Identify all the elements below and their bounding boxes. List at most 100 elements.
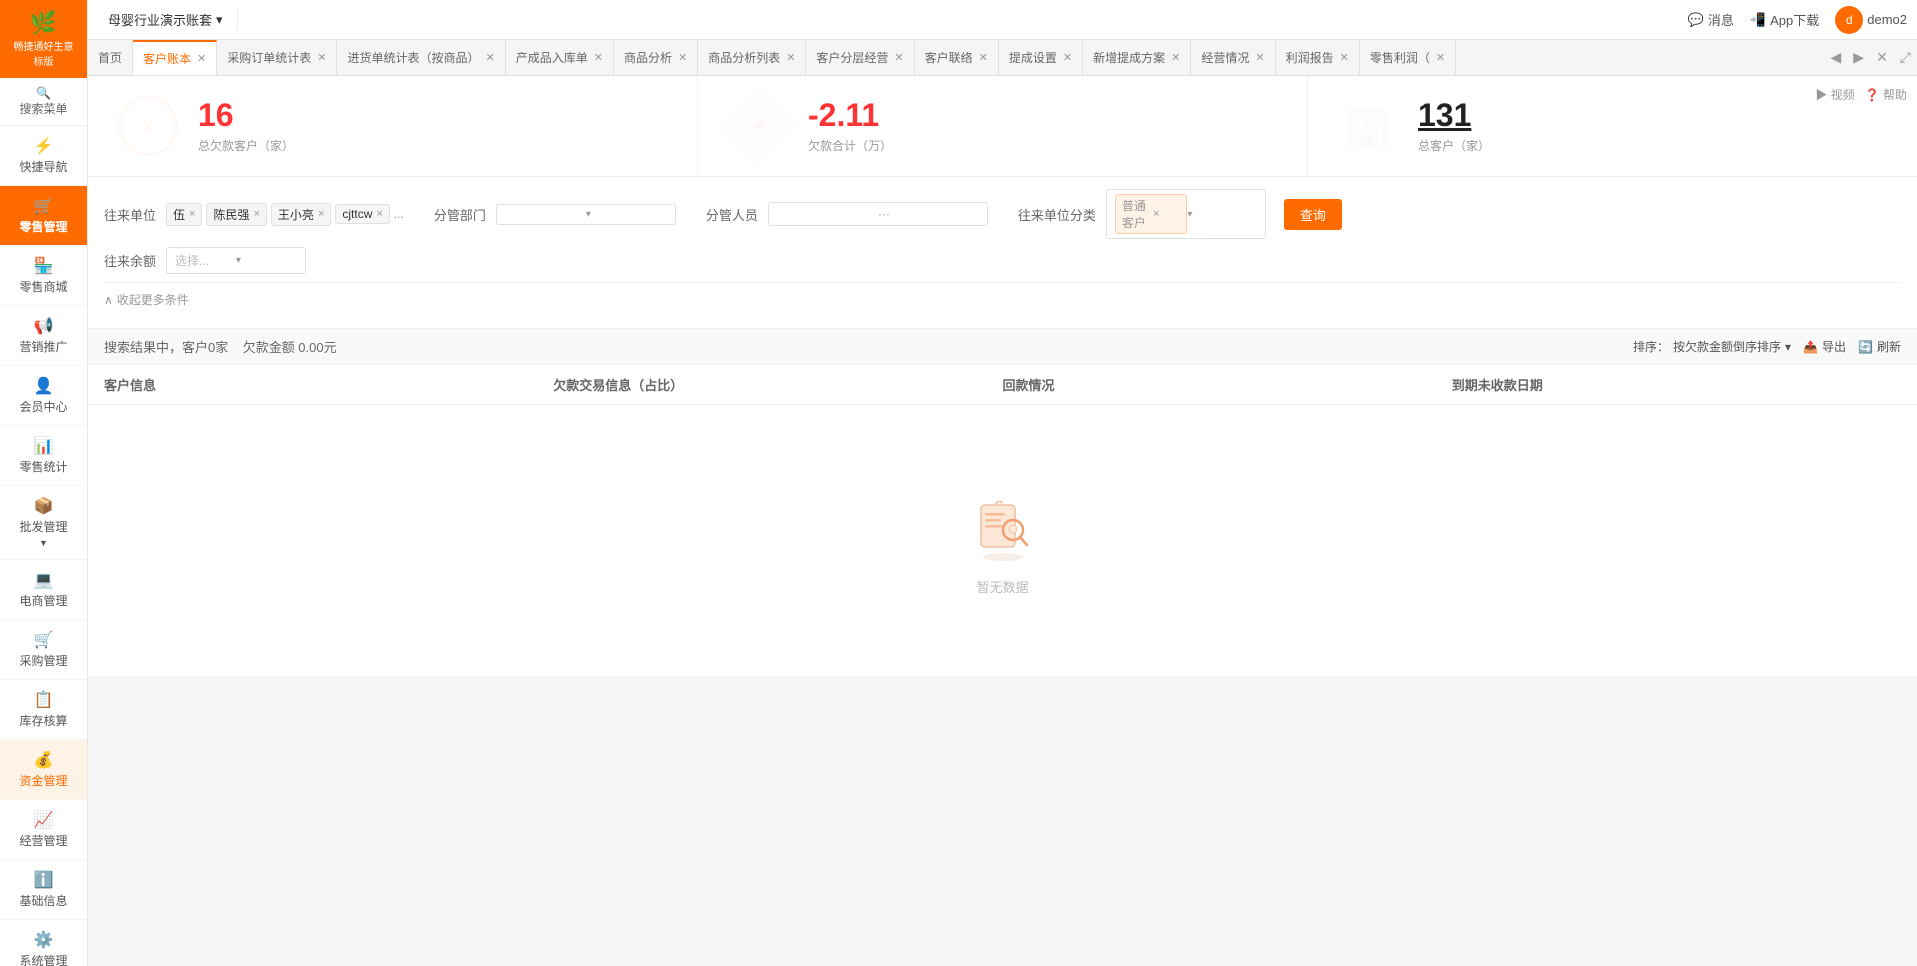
tab-profit-report[interactable]: 利润报告 ✕ xyxy=(1276,40,1360,76)
basic-info-icon: ℹ️ xyxy=(4,870,83,890)
tag-close-icon[interactable]: × xyxy=(189,208,195,220)
messages-btn[interactable]: 💬 消息 xyxy=(1688,10,1734,29)
tag-close-icon[interactable]: × xyxy=(1153,208,1180,220)
tab-home-label: 首页 xyxy=(98,49,122,66)
tab-home[interactable]: 首页 xyxy=(88,40,133,76)
ecommerce-mgmt-icon: 💻 xyxy=(4,570,83,590)
collapse-more-btn[interactable]: ∧ 收起更多条件 xyxy=(104,291,1901,308)
filter-tag-unit-1[interactable]: 伍 × xyxy=(166,203,202,226)
play-icon: ▶ xyxy=(1815,88,1827,102)
unit-label: 往来单位 xyxy=(104,205,156,224)
tab-close-icon[interactable]: ✕ xyxy=(786,51,795,64)
tab-new-commission-plan[interactable]: 新增提成方案 ✕ xyxy=(1083,40,1191,76)
sidebar-item-retail-stats[interactable]: 📊 零售统计 xyxy=(0,426,87,486)
filter-more-btn[interactable]: ... xyxy=(394,207,404,221)
tab-close-icon[interactable]: ✕ xyxy=(678,51,687,64)
query-button[interactable]: 查询 xyxy=(1284,199,1342,230)
tab-retail-profit[interactable]: 零售利润（ ✕ xyxy=(1360,40,1456,76)
app-download-btn[interactable]: 📲 App下载 xyxy=(1750,10,1819,29)
retail-mall-icon: 🏪 xyxy=(4,256,83,276)
tab-next-arrow[interactable]: ▶ xyxy=(1847,49,1870,66)
tab-close-icon[interactable]: ✕ xyxy=(894,51,903,64)
tab-customer-contact[interactable]: 客户联络 ✕ xyxy=(915,40,999,76)
col-debt-transaction: 欠款交易信息（占比） xyxy=(553,375,1002,394)
stats-row: ¥ 16 总欠款客户（家） ✦ xyxy=(88,76,1917,177)
sidebar-item-retail-mgmt[interactable]: 🛒 零售管理 xyxy=(0,186,87,246)
stat-info-debt-total: -2.11 欠款合计（万） xyxy=(808,98,892,154)
video-help-btn[interactable]: ▶ 视频 xyxy=(1815,86,1854,103)
stat-label-debt-customers: 总欠款客户（家） xyxy=(198,137,294,154)
category-select[interactable]: 普通客户 × ▾ xyxy=(1106,189,1266,239)
sidebar-item-operations-mgmt[interactable]: 📈 经营管理 xyxy=(0,800,87,860)
sidebar-item-quick-nav[interactable]: ⚡ 快捷导航 xyxy=(0,126,87,186)
messages-label: 消息 xyxy=(1708,10,1734,29)
refresh-btn[interactable]: 🔄 刷新 xyxy=(1858,338,1901,355)
tab-close-icon[interactable]: ✕ xyxy=(594,51,603,64)
tab-close-icon[interactable]: ✕ xyxy=(197,52,206,65)
help-btn[interactable]: ❓ 帮助 xyxy=(1865,86,1907,103)
account-selector[interactable]: 母婴行业演示账套 ▾ xyxy=(98,10,238,29)
sidebar-item-inventory-check[interactable]: 📋 库存核算 xyxy=(0,680,87,740)
tab-close-icon[interactable]: ✕ xyxy=(317,51,326,64)
sidebar-item-wholesale-mgmt[interactable]: 📦 批发管理 ▼ xyxy=(0,486,87,560)
filter-tag-unit-4[interactable]: cjttcw × xyxy=(335,204,389,224)
balance-select[interactable]: 选择... ▾ xyxy=(166,247,306,274)
sidebar-item-finance-mgmt[interactable]: 💰 资金管理 xyxy=(0,740,87,800)
tab-close-icon[interactable]: ✕ xyxy=(1340,51,1349,64)
tab-production-inbound[interactable]: 产成品入库单 ✕ xyxy=(506,40,614,76)
sidebar-item-purchase-mgmt[interactable]: 🛒 采购管理 xyxy=(0,620,87,680)
tab-goods-analysis[interactable]: 商品分析 ✕ xyxy=(614,40,698,76)
tab-new-commission-plan-label: 新增提成方案 xyxy=(1093,49,1165,66)
tab-close-icon[interactable]: ✕ xyxy=(1436,51,1445,64)
chevron-down-icon: ▾ xyxy=(1785,340,1791,354)
tag-close-icon[interactable]: × xyxy=(318,208,324,220)
tab-expand-icon[interactable]: ⤢ xyxy=(1894,49,1917,66)
sidebar-item-member-center[interactable]: 👤 会员中心 xyxy=(0,366,87,426)
sidebar-item-marketing[interactable]: 📢 营销推广 xyxy=(0,306,87,366)
sidebar-item-ecommerce-mgmt[interactable]: 💻 电商管理 xyxy=(0,560,87,620)
dept-select[interactable]: ▾ xyxy=(496,204,676,225)
tab-customer-accounts[interactable]: 客户账本 ✕ xyxy=(133,40,217,76)
tab-close-icon[interactable]: ✕ xyxy=(979,51,988,64)
sidebar-item-label: 经营管理 xyxy=(4,832,83,849)
filter-tag-unit-3[interactable]: 王小亮 × xyxy=(271,203,331,226)
tab-goods-analysis-list[interactable]: 商品分析列表 ✕ xyxy=(698,40,806,76)
tab-customer-tier[interactable]: 客户分层经营 ✕ xyxy=(806,40,914,76)
sidebar-logo[interactable]: 🌿 畅捷通好生意 标版 xyxy=(0,0,87,78)
tab-inbound-stats[interactable]: 进货单统计表（按商品） ✕ xyxy=(337,40,505,76)
export-btn[interactable]: 📤 导出 xyxy=(1803,338,1846,355)
tab-close-icon[interactable]: ✕ xyxy=(1171,51,1180,64)
tab-close-icon[interactable]: ✕ xyxy=(486,51,495,64)
customer-circle-icon: ¥ xyxy=(142,113,154,139)
person-input[interactable]: ··· xyxy=(768,202,988,226)
filter-tag-unit-2[interactable]: 陈民强 × xyxy=(206,203,266,226)
tab-close-icon[interactable]: ✕ xyxy=(1255,51,1264,64)
tab-business-situation[interactable]: 经营情况 ✕ xyxy=(1191,40,1275,76)
tab-commission-settings[interactable]: 提成设置 ✕ xyxy=(999,40,1083,76)
finance-mgmt-icon: 💰 xyxy=(4,750,83,770)
sidebar-item-basic-info[interactable]: ℹ️ 基础信息 xyxy=(0,860,87,920)
sidebar: 🌿 畅捷通好生意 标版 🔍 搜索菜单 ⚡ 快捷导航 🛒 零售管理 🏪 零售商城 … xyxy=(0,0,88,966)
quick-nav-icon: ⚡ xyxy=(4,136,83,156)
stat-help-area: ▶ 视频 ❓ 帮助 xyxy=(1815,86,1907,103)
tab-prev-arrow[interactable]: ◀ xyxy=(1825,49,1848,66)
sidebar-item-system-mgmt[interactable]: ⚙️ 系统管理 xyxy=(0,920,87,966)
tab-goods-analysis-list-label: 商品分析列表 xyxy=(708,49,780,66)
tab-close-icon[interactable]: ✕ xyxy=(1063,51,1072,64)
tag-close-icon[interactable]: × xyxy=(376,208,382,220)
tab-customer-tier-label: 客户分层经营 xyxy=(816,49,888,66)
sidebar-item-search-menu[interactable]: 🔍 搜索菜单 xyxy=(0,78,87,126)
tab-purchase-order-stats[interactable]: 采购订单统计表 ✕ xyxy=(217,40,337,76)
tag-close-icon[interactable]: × xyxy=(253,208,259,220)
empty-text: 暂无数据 xyxy=(976,577,1028,596)
tab-close-all-icon[interactable]: ✕ xyxy=(1870,49,1894,66)
col-customer-info: 客户信息 xyxy=(104,375,553,394)
sort-select[interactable]: 排序： 按欠款金额倒序排序 ▾ xyxy=(1633,338,1791,355)
person-more-icon[interactable]: ··· xyxy=(878,207,979,221)
chevron-down-icon: ▾ xyxy=(236,255,297,266)
sidebar-item-retail-mall[interactable]: 🏪 零售商城 xyxy=(0,246,87,306)
user-menu[interactable]: d demo2 xyxy=(1835,6,1907,34)
category-tag[interactable]: 普通客户 × xyxy=(1115,194,1187,234)
content-area: ¥ 16 总欠款客户（家） ✦ xyxy=(88,76,1917,966)
logo-text: 畅捷通好生意 xyxy=(10,38,77,53)
